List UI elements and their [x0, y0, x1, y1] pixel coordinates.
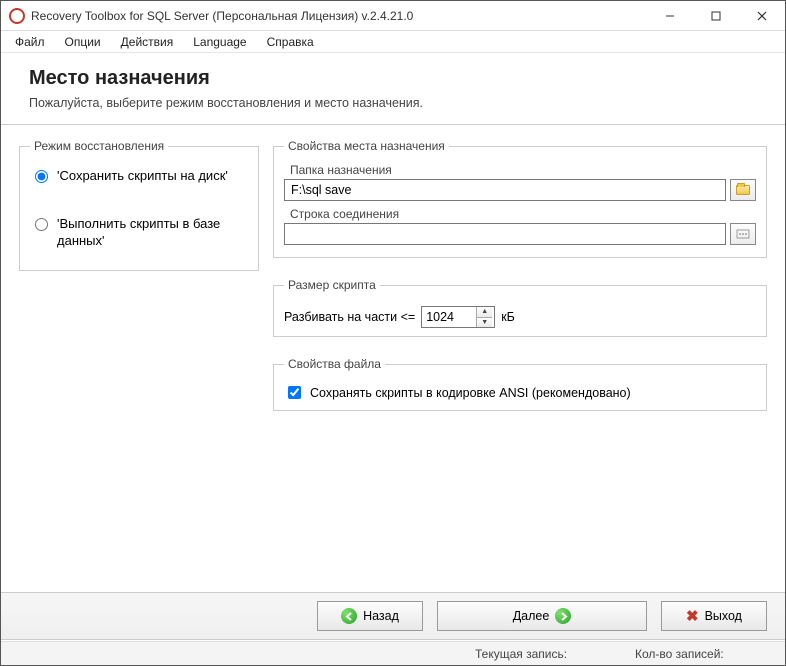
ellipsis-icon [736, 229, 750, 239]
back-button[interactable]: Назад [317, 601, 423, 631]
back-button-label: Назад [363, 609, 399, 623]
titlebar: Recovery Toolbox for SQL Server (Персона… [1, 1, 785, 31]
file-props-legend: Свойства файла [284, 357, 385, 371]
arrow-right-icon [555, 608, 571, 624]
spinner-down-button[interactable]: ▼ [477, 318, 492, 328]
wizard-buttons: Назад Далее ✖ Выход [1, 592, 785, 640]
menu-file[interactable]: Файл [7, 33, 53, 51]
radio-exec-in-db-label[interactable]: 'Выполнить скрипты в базе данных' [57, 215, 248, 250]
app-icon [9, 8, 25, 24]
arrow-left-icon [341, 608, 357, 624]
split-unit: кБ [501, 310, 515, 324]
page-header: Место назначения Пожалуйста, выберите ре… [1, 53, 785, 125]
window-controls [647, 1, 785, 31]
menubar: Файл Опции Действия Language Справка [1, 31, 785, 53]
destination-group: Свойства места назначения Папка назначен… [273, 139, 767, 258]
menu-actions[interactable]: Действия [113, 33, 182, 51]
exit-button[interactable]: ✖ Выход [661, 601, 767, 631]
split-label: Разбивать на части <= [284, 310, 415, 324]
folder-icon [736, 185, 750, 195]
maximize-button[interactable] [693, 1, 739, 31]
radio-save-to-disk-label[interactable]: 'Сохранить скрипты на диск' [57, 167, 228, 185]
recovery-mode-group: Режим восстановления 'Сохранить скрипты … [19, 139, 259, 271]
split-size-input[interactable] [422, 307, 476, 327]
conn-label: Строка соединения [290, 207, 756, 221]
minimize-button[interactable] [647, 1, 693, 31]
left-column: Режим восстановления 'Сохранить скрипты … [19, 139, 259, 565]
next-button-label: Далее [513, 609, 550, 623]
ansi-label[interactable]: Сохранять скрипты в кодировке ANSI (реко… [310, 386, 631, 400]
exit-button-label: Выход [705, 609, 742, 623]
x-icon: ✖ [686, 607, 699, 625]
menu-help[interactable]: Справка [259, 33, 322, 51]
spinner-up-button[interactable]: ▲ [477, 307, 492, 318]
right-column: Свойства места назначения Папка назначен… [273, 139, 767, 565]
next-button[interactable]: Далее [437, 601, 647, 631]
page-subtitle: Пожалуйста, выберите режим восстановлени… [29, 96, 757, 110]
status-count: Кол-во записей: [635, 647, 755, 661]
script-size-legend: Размер скрипта [284, 278, 380, 292]
split-size-spinner: ▲ ▼ [421, 306, 495, 328]
main-area: Режим восстановления 'Сохранить скрипты … [1, 125, 785, 565]
file-props-group: Свойства файла Сохранять скрипты в кодир… [273, 357, 767, 411]
ansi-checkbox[interactable] [288, 386, 301, 399]
minimize-icon [665, 11, 675, 21]
radio-save-to-disk[interactable] [35, 170, 48, 183]
radio-exec-db-row: 'Выполнить скрипты в базе данных' [30, 215, 248, 250]
recovery-mode-legend: Режим восстановления [30, 139, 168, 153]
destination-legend: Свойства места назначения [284, 139, 449, 153]
maximize-icon [711, 11, 721, 21]
page-title: Место назначения [29, 67, 757, 90]
statusbar: Текущая запись: Кол-во записей: [1, 641, 785, 665]
close-button[interactable] [739, 1, 785, 31]
close-icon [757, 11, 767, 21]
folder-input[interactable] [284, 179, 726, 201]
conn-ellipsis-button[interactable] [730, 223, 756, 245]
window-title: Recovery Toolbox for SQL Server (Персона… [31, 9, 647, 23]
radio-save-to-disk-row: 'Сохранить скрипты на диск' [30, 167, 248, 185]
radio-exec-in-db[interactable] [35, 218, 48, 231]
status-current: Текущая запись: [475, 647, 595, 661]
menu-options[interactable]: Опции [57, 33, 109, 51]
menu-language[interactable]: Language [185, 33, 254, 51]
script-size-group: Размер скрипта Разбивать на части <= ▲ ▼… [273, 278, 767, 337]
browse-folder-button[interactable] [730, 179, 756, 201]
conn-input[interactable] [284, 223, 726, 245]
folder-label: Папка назначения [290, 163, 756, 177]
